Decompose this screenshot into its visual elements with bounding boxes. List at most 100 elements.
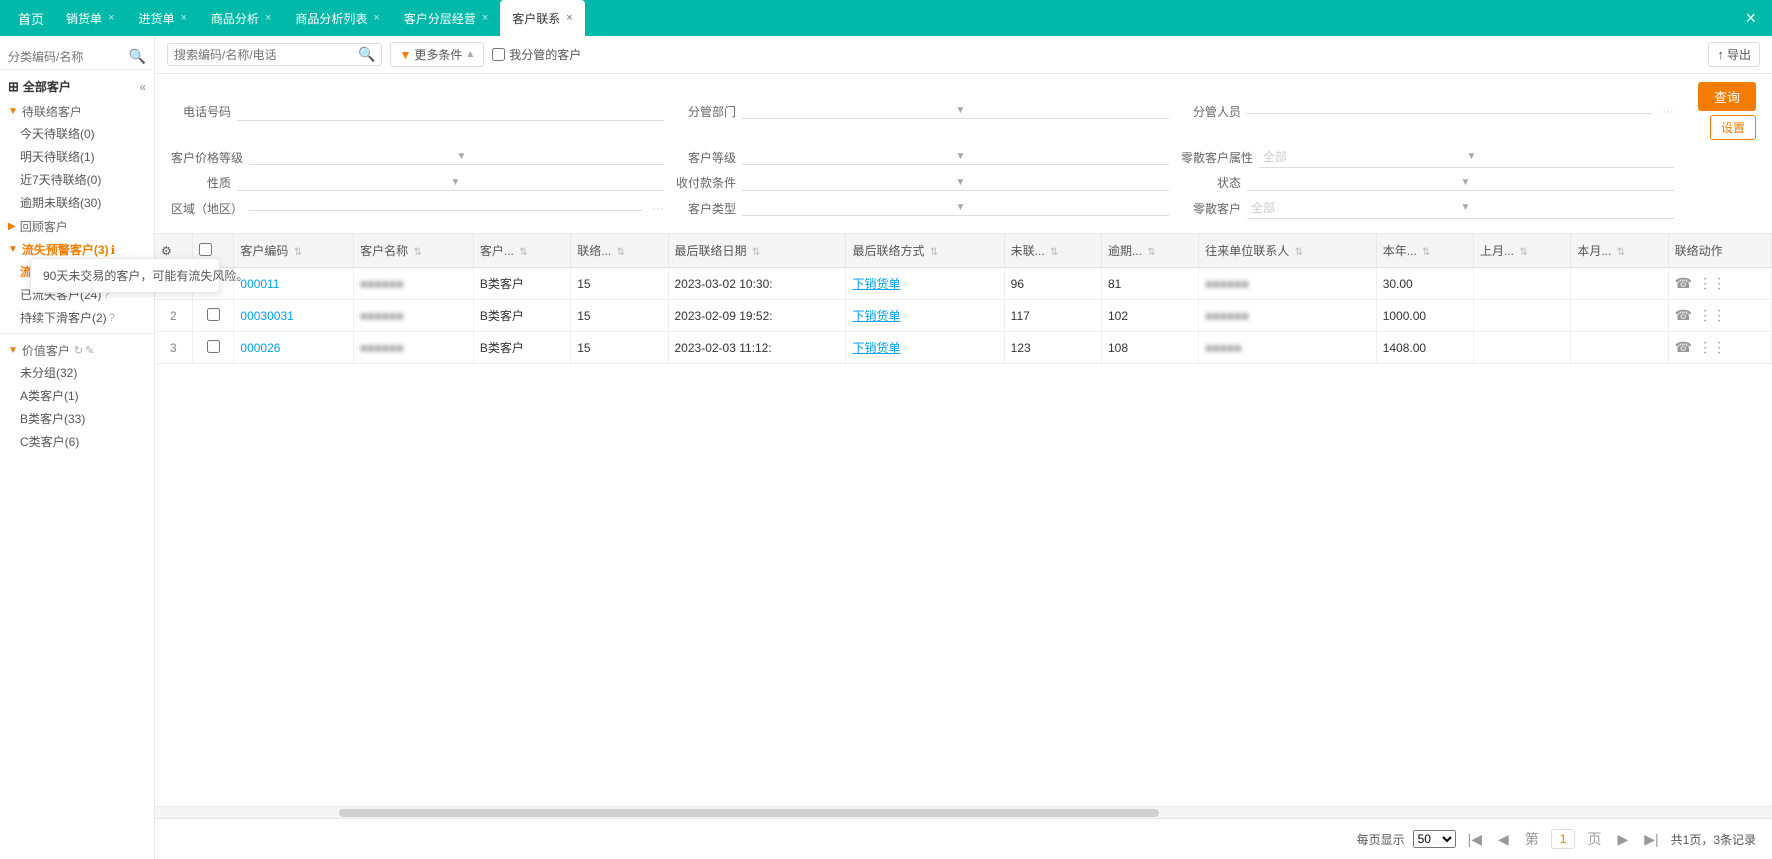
customer-level-dropdown-icon: ▼ — [956, 151, 1166, 162]
filter-search-icon[interactable]: 🔍 — [358, 46, 375, 63]
sidebar-item-ungrouped[interactable]: 未分组(32) — [0, 361, 154, 384]
close-tab-product-analysis-list[interactable]: × — [373, 12, 379, 24]
all-customers-header[interactable]: ⊞ 全部客户 « — [0, 74, 154, 99]
sidebar-group-review[interactable]: ▶ 回顾客户 — [0, 214, 154, 237]
sort-thismonth-icon[interactable]: ⇅ — [1617, 247, 1625, 258]
sort-uncontacted-icon[interactable]: ⇅ — [1050, 247, 1058, 258]
filter-bar: 🔍 ▼ 更多条件 ▲ 我分管的客户 ↑ 导出 — [155, 36, 1772, 74]
tab-customer-segmentation[interactable]: 客户分层经营 × — [392, 0, 500, 36]
tab-sales-order[interactable]: 销货单 × — [54, 0, 126, 36]
col-this-month: 本月... ⇅ — [1571, 234, 1668, 268]
scrollbar-thumb[interactable] — [339, 809, 1159, 817]
payment-select[interactable]: ▼ — [742, 175, 1169, 191]
dept-select[interactable]: ▼ — [742, 103, 1169, 119]
table-settings-icon[interactable]: ⚙ — [161, 244, 172, 258]
customer-level-select[interactable]: ▼ — [742, 149, 1169, 165]
more-action-icon-2[interactable]: ⋮⋮ — [1698, 307, 1726, 324]
tab-product-analysis-list[interactable]: 商品分析列表 × — [283, 0, 391, 36]
field-phone: 电话号码 — [171, 102, 664, 121]
page-size-select[interactable]: 50 100 200 — [1413, 830, 1456, 848]
row-code-2[interactable]: 00030031 — [234, 300, 354, 332]
sort-contact2-icon[interactable]: ⇅ — [1295, 247, 1303, 258]
edit-icon[interactable]: ✎ — [85, 344, 94, 357]
contact-action-icon-2[interactable]: ☎ — [1675, 307, 1692, 324]
region-more-btn[interactable]: ··· — [652, 201, 664, 215]
status-select[interactable]: ▼ — [1247, 175, 1674, 191]
close-tab-customer-segmentation[interactable]: × — [482, 12, 488, 24]
col-last-date: 最后联络日期 ⇅ — [668, 234, 846, 268]
sidebar-search-input[interactable] — [8, 50, 127, 64]
sidebar-item-class-b[interactable]: B类客户(33) — [0, 407, 154, 430]
close-tab-product-analysis[interactable]: × — [265, 12, 271, 24]
sidebar-item-tomorrow[interactable]: 明天待联络(1) — [0, 145, 154, 168]
dept-dropdown-icon: ▼ — [956, 105, 1166, 116]
close-tab-customer-contact[interactable]: × — [566, 12, 572, 24]
manager-select[interactable] — [1247, 109, 1652, 114]
adv-filter-row-3: 性质 ▼ 收付款条件 ▼ 状态 — [171, 174, 1756, 191]
close-tab-purchase-order[interactable]: × — [180, 12, 186, 24]
sidebar-item-7days[interactable]: 近7天待联络(0) — [0, 168, 154, 191]
close-all-tabs[interactable]: × — [1737, 8, 1764, 29]
more-action-icon-1[interactable]: ⋮⋮ — [1698, 275, 1726, 292]
sort-year-icon[interactable]: ⇅ — [1422, 247, 1430, 258]
tab-purchase-order[interactable]: 进货单 × — [126, 0, 198, 36]
phone-input[interactable] — [237, 102, 664, 121]
sidebar-item-overdue[interactable]: 逾期未联络(30) — [0, 191, 154, 214]
horizontal-scrollbar[interactable] — [155, 806, 1772, 818]
row-code-1[interactable]: 000011 — [234, 268, 354, 300]
nav-home[interactable]: 首页 — [8, 9, 54, 28]
more-conditions-btn[interactable]: ▼ 更多条件 ▲ — [390, 42, 484, 67]
sort-code-icon[interactable]: ⇅ — [294, 247, 302, 258]
sidebar-group-pending[interactable]: ▼ 待联络客户 — [0, 99, 154, 122]
prev-page-btn[interactable]: ◀ — [1494, 829, 1513, 850]
sort-type-icon[interactable]: ⇅ — [519, 247, 527, 258]
sidebar-group-value[interactable]: ▼ 价值客户 ↻ ✎ — [0, 338, 154, 361]
settings-button[interactable]: 设置 — [1710, 115, 1756, 140]
my-customers-checkbox-label[interactable]: 我分管的客户 — [492, 46, 581, 63]
refresh-icon[interactable]: ↻ — [74, 344, 83, 357]
filter-search-input[interactable] — [174, 48, 354, 62]
row-checkbox-2[interactable] — [192, 300, 234, 332]
sidebar-item-class-c[interactable]: C类客户(6) — [0, 430, 154, 453]
sort-contact-icon[interactable]: ⇅ — [617, 247, 625, 258]
field-price-level: 客户价格等级 ▼ — [171, 149, 664, 166]
row-method-3[interactable]: 下销货单 — [846, 332, 1004, 364]
tab-product-analysis[interactable]: 商品分析 × — [199, 0, 283, 36]
sort-date-icon[interactable]: ⇅ — [752, 247, 760, 258]
region-select[interactable] — [249, 206, 642, 211]
next-page-btn[interactable]: ▶ — [1613, 829, 1632, 850]
row-contact-2: 15 — [571, 300, 668, 332]
manager-more-btn[interactable]: ··· — [1662, 104, 1674, 118]
first-page-btn[interactable]: |◀ — [1464, 829, 1486, 850]
price-level-select[interactable]: ▼ — [249, 149, 664, 165]
close-tab-sales-order[interactable]: × — [108, 12, 114, 24]
last-page-btn[interactable]: ▶| — [1640, 829, 1662, 850]
row-method-2[interactable]: 下销货单 — [846, 300, 1004, 332]
field-retail-customer: 零散客户 全部 ▼ — [1181, 197, 1674, 219]
sort-method-icon[interactable]: ⇅ — [930, 247, 938, 258]
sort-name-icon[interactable]: ⇅ — [414, 247, 422, 258]
sort-lastmonth-icon[interactable]: ⇅ — [1519, 247, 1527, 258]
nature-select[interactable]: ▼ — [237, 175, 664, 191]
customer-type-select[interactable]: ▼ — [742, 200, 1169, 216]
retail-attr-select[interactable]: 全部 ▼ — [1259, 146, 1674, 168]
retail-customer-select[interactable]: 全部 ▼ — [1247, 197, 1674, 219]
arrow-down-icon2: ▼ — [8, 244, 18, 255]
contact-action-icon-1[interactable]: ☎ — [1675, 275, 1692, 292]
collapse-sidebar-icon[interactable]: « — [139, 80, 146, 94]
query-button[interactable]: 查询 — [1698, 82, 1756, 111]
my-customers-checkbox[interactable] — [492, 48, 505, 61]
export-button[interactable]: ↑ 导出 — [1708, 42, 1760, 67]
row-checkbox-3[interactable] — [192, 332, 234, 364]
more-action-icon-3[interactable]: ⋮⋮ — [1698, 339, 1726, 356]
row-method-1[interactable]: 下销货单 — [846, 268, 1004, 300]
row-code-3[interactable]: 000026 — [234, 332, 354, 364]
sidebar-item-declining[interactable]: 持续下滑客户(2) ? — [0, 306, 154, 329]
select-all-checkbox[interactable] — [199, 243, 212, 256]
sidebar-group-churn[interactable]: ▼ 流失预警客户(3) ℹ — [0, 237, 154, 260]
sidebar-item-today[interactable]: 今天待联络(0) — [0, 122, 154, 145]
tab-customer-contact[interactable]: 客户联系 × — [500, 0, 584, 36]
sidebar-item-class-a[interactable]: A类客户(1) — [0, 384, 154, 407]
sort-overdue-icon[interactable]: ⇅ — [1147, 247, 1155, 258]
contact-action-icon-3[interactable]: ☎ — [1675, 339, 1692, 356]
